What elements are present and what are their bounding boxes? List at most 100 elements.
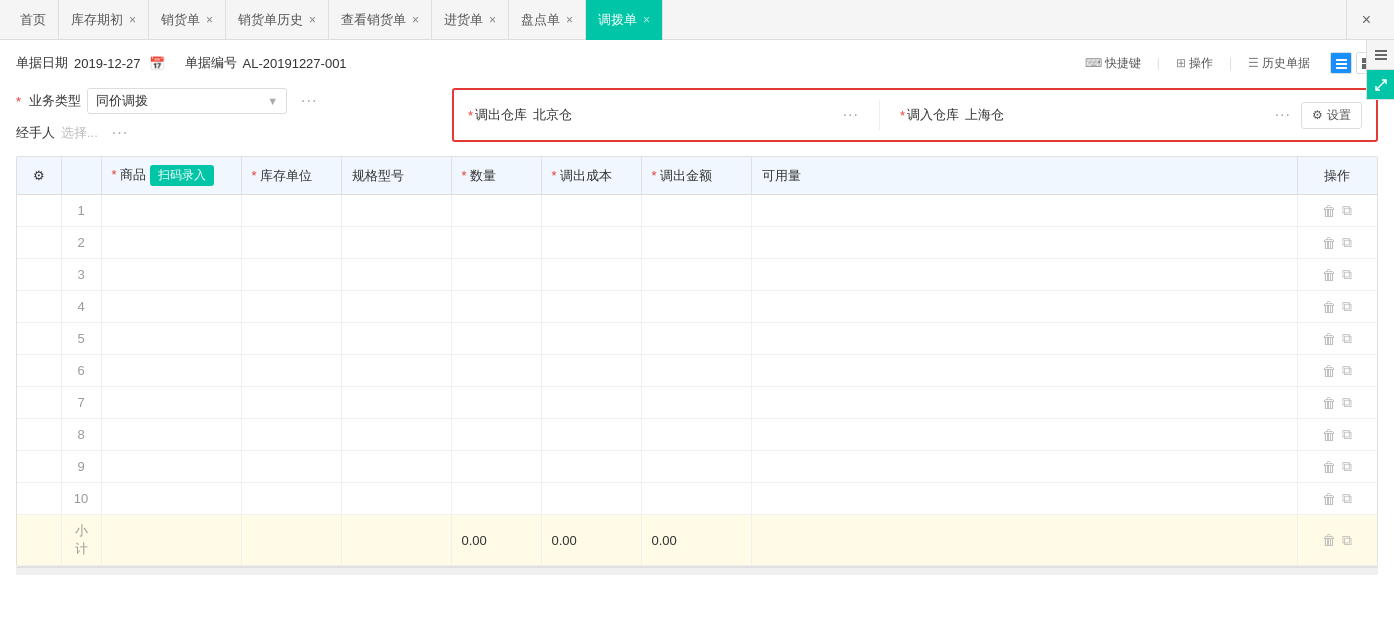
- row-copy-8[interactable]: ⧉: [1342, 426, 1352, 443]
- row-amount-5[interactable]: [641, 323, 751, 355]
- row-spec-5[interactable]: [341, 323, 451, 355]
- row-qty-9[interactable]: [451, 451, 541, 483]
- tab-view-sales[interactable]: 查看销货单 ×: [329, 0, 432, 40]
- row-unit-3[interactable]: [241, 259, 341, 291]
- row-qty-2[interactable]: [451, 227, 541, 259]
- in-warehouse-value[interactable]: 上海仓: [965, 106, 1045, 124]
- row-goods-7[interactable]: [101, 387, 241, 419]
- row-qty-8[interactable]: [451, 419, 541, 451]
- row-unit-4[interactable]: [241, 291, 341, 323]
- row-goods-10[interactable]: [101, 483, 241, 515]
- tab-transfer-close[interactable]: ×: [643, 13, 650, 27]
- tab-sales-order-close[interactable]: ×: [206, 13, 213, 27]
- row-copy-10[interactable]: ⧉: [1342, 490, 1352, 507]
- row-copy-4[interactable]: ⧉: [1342, 298, 1352, 315]
- row-avail-8[interactable]: [751, 419, 1297, 451]
- row-avail-6[interactable]: [751, 355, 1297, 387]
- row-spec-8[interactable]: [341, 419, 451, 451]
- out-warehouse-more[interactable]: ···: [843, 106, 859, 124]
- row-cost-8[interactable]: [541, 419, 641, 451]
- row-goods-1[interactable]: [101, 195, 241, 227]
- row-spec-3[interactable]: [341, 259, 451, 291]
- tab-inventory[interactable]: 盘点单 ×: [509, 0, 586, 40]
- history-button[interactable]: ☰ 历史单据: [1248, 55, 1310, 72]
- row-delete-5[interactable]: 🗑: [1322, 331, 1336, 347]
- row-copy-6[interactable]: ⧉: [1342, 362, 1352, 379]
- tab-purchase-close[interactable]: ×: [489, 13, 496, 27]
- row-delete-2[interactable]: 🗑: [1322, 235, 1336, 251]
- row-amount-8[interactable]: [641, 419, 751, 451]
- row-avail-9[interactable]: [751, 451, 1297, 483]
- row-goods-5[interactable]: [101, 323, 241, 355]
- row-qty-5[interactable]: [451, 323, 541, 355]
- horizontal-scrollbar[interactable]: [16, 567, 1378, 575]
- row-unit-5[interactable]: [241, 323, 341, 355]
- out-warehouse-value[interactable]: 北京仓: [533, 106, 613, 124]
- row-delete-3[interactable]: 🗑: [1322, 267, 1336, 283]
- row-unit-6[interactable]: [241, 355, 341, 387]
- row-cost-2[interactable]: [541, 227, 641, 259]
- row-spec-6[interactable]: [341, 355, 451, 387]
- row-unit-10[interactable]: [241, 483, 341, 515]
- row-unit-9[interactable]: [241, 451, 341, 483]
- row-unit-2[interactable]: [241, 227, 341, 259]
- tab-inventory-init-close[interactable]: ×: [129, 13, 136, 27]
- row-qty-3[interactable]: [451, 259, 541, 291]
- row-qty-4[interactable]: [451, 291, 541, 323]
- row-cost-7[interactable]: [541, 387, 641, 419]
- row-goods-6[interactable]: [101, 355, 241, 387]
- row-copy-9[interactable]: ⧉: [1342, 458, 1352, 475]
- gear-header-icon[interactable]: ⚙: [33, 168, 45, 183]
- row-delete-9[interactable]: 🗑: [1322, 459, 1336, 475]
- subtotal-delete[interactable]: 🗑: [1322, 532, 1336, 548]
- right-toolbar-expand[interactable]: [1367, 70, 1395, 100]
- window-close-button[interactable]: ×: [1346, 0, 1386, 40]
- row-spec-9[interactable]: [341, 451, 451, 483]
- row-delete-10[interactable]: 🗑: [1322, 491, 1336, 507]
- row-amount-1[interactable]: [641, 195, 751, 227]
- tab-purchase[interactable]: 进货单 ×: [432, 0, 509, 40]
- row-cost-3[interactable]: [541, 259, 641, 291]
- settings-button[interactable]: ⚙ 设置: [1301, 102, 1362, 129]
- row-cost-9[interactable]: [541, 451, 641, 483]
- row-delete-7[interactable]: 🗑: [1322, 395, 1336, 411]
- row-goods-4[interactable]: [101, 291, 241, 323]
- row-spec-2[interactable]: [341, 227, 451, 259]
- tab-sales-history-close[interactable]: ×: [309, 13, 316, 27]
- row-cost-6[interactable]: [541, 355, 641, 387]
- date-value[interactable]: 2019-12-27: [74, 56, 141, 71]
- row-qty-7[interactable]: [451, 387, 541, 419]
- tab-inventory-init[interactable]: 库存期初 ×: [59, 0, 149, 40]
- row-avail-10[interactable]: [751, 483, 1297, 515]
- scan-input-button[interactable]: 扫码录入: [150, 165, 214, 186]
- row-unit-7[interactable]: [241, 387, 341, 419]
- subtotal-copy[interactable]: ⧉: [1342, 532, 1352, 549]
- row-qty-10[interactable]: [451, 483, 541, 515]
- row-unit-1[interactable]: [241, 195, 341, 227]
- calendar-icon[interactable]: 📅: [149, 56, 165, 71]
- row-copy-3[interactable]: ⧉: [1342, 266, 1352, 283]
- row-goods-9[interactable]: [101, 451, 241, 483]
- row-goods-2[interactable]: [101, 227, 241, 259]
- business-type-more[interactable]: ···: [301, 92, 317, 110]
- row-cost-10[interactable]: [541, 483, 641, 515]
- row-goods-8[interactable]: [101, 419, 241, 451]
- row-avail-3[interactable]: [751, 259, 1297, 291]
- row-spec-4[interactable]: [341, 291, 451, 323]
- tab-inventory-close[interactable]: ×: [566, 13, 573, 27]
- row-qty-1[interactable]: [451, 195, 541, 227]
- row-qty-6[interactable]: [451, 355, 541, 387]
- tab-view-sales-close[interactable]: ×: [412, 13, 419, 27]
- right-toolbar-list[interactable]: [1367, 40, 1395, 70]
- layout-list-icon[interactable]: [1330, 52, 1352, 74]
- business-type-dropdown[interactable]: 同价调拨 ▼: [87, 88, 287, 114]
- row-amount-3[interactable]: [641, 259, 751, 291]
- tab-sales-history[interactable]: 销货单历史 ×: [226, 0, 329, 40]
- row-amount-7[interactable]: [641, 387, 751, 419]
- row-unit-8[interactable]: [241, 419, 341, 451]
- shortcut-button[interactable]: ⌨ 快捷键: [1085, 55, 1141, 72]
- row-amount-6[interactable]: [641, 355, 751, 387]
- in-warehouse-more[interactable]: ···: [1275, 106, 1291, 124]
- row-spec-10[interactable]: [341, 483, 451, 515]
- row-avail-4[interactable]: [751, 291, 1297, 323]
